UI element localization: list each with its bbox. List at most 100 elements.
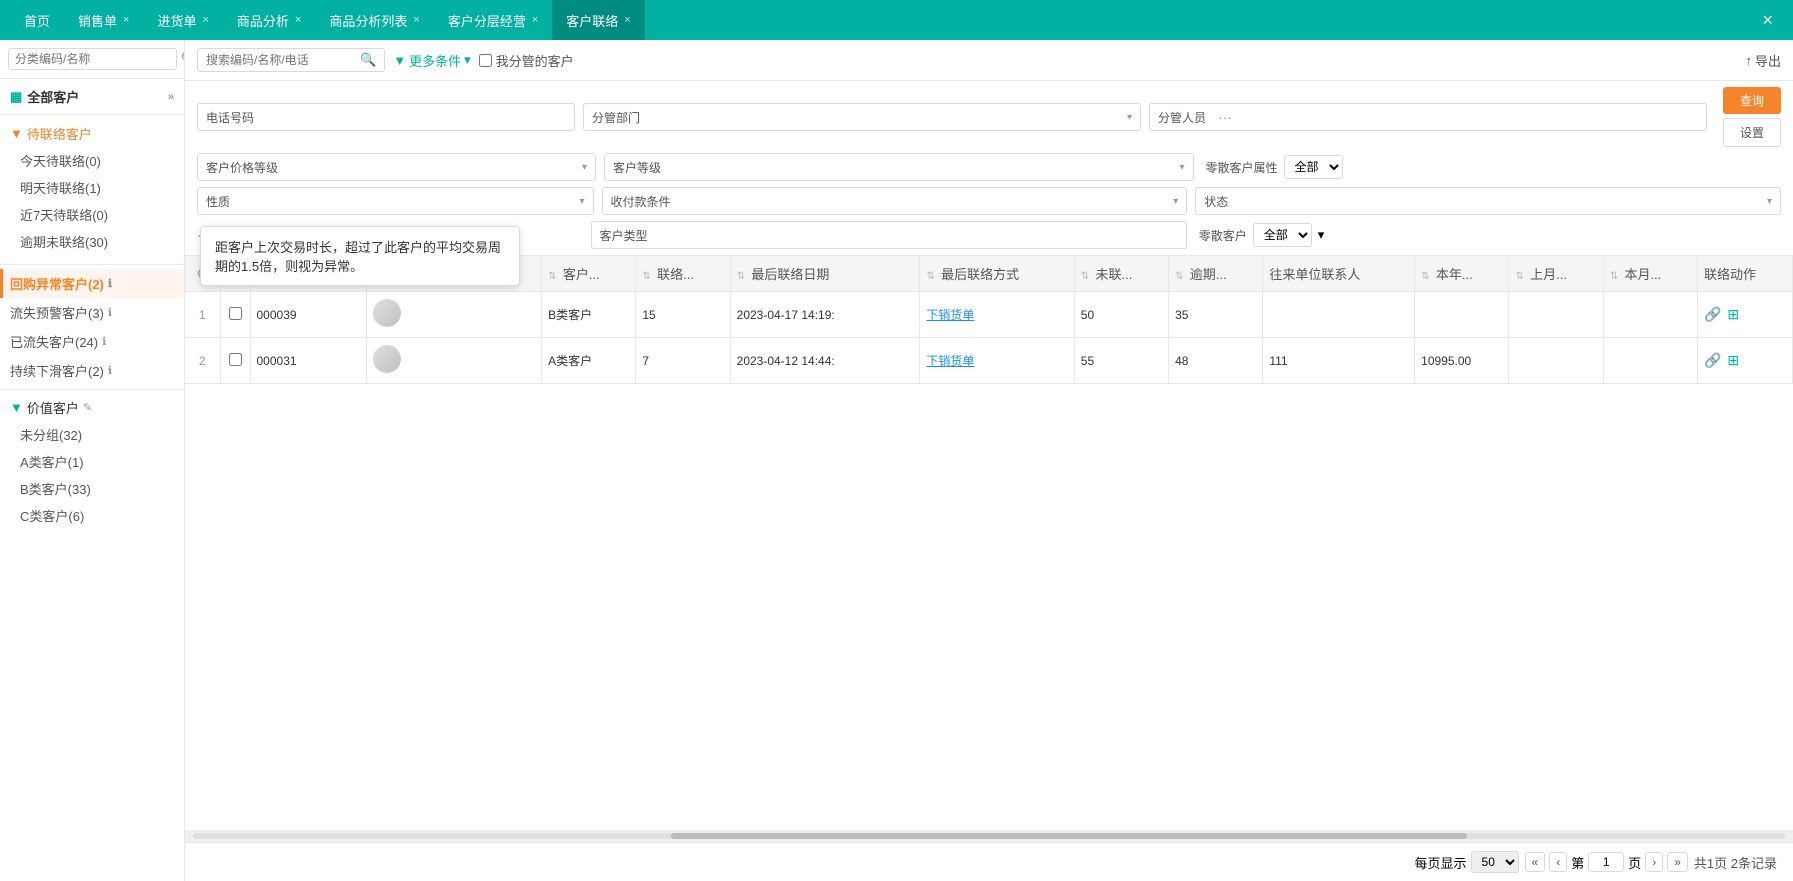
export-btn[interactable]: ↑ 导出 bbox=[1745, 51, 1781, 70]
col-customer-type[interactable]: 客户... bbox=[542, 256, 636, 292]
close-product-list-tab[interactable]: × bbox=[413, 14, 419, 26]
manager-ellipsis-btn[interactable]: ··· bbox=[1218, 109, 1232, 125]
page-input[interactable] bbox=[1588, 852, 1624, 872]
sidebar-item-lost-warning[interactable]: 流失预警客户(3) ℹ bbox=[0, 298, 184, 327]
close-contact-tab[interactable]: × bbox=[624, 14, 630, 26]
scrollbar-thumb[interactable] bbox=[671, 833, 1467, 839]
gender-label: 性质 bbox=[206, 193, 266, 210]
retail-attr-select[interactable]: 全部 bbox=[1284, 155, 1343, 179]
row1-contact: 15 bbox=[636, 292, 730, 338]
dept-filter[interactable]: 分管部门 ▾ bbox=[583, 103, 1141, 131]
customers-icon: ▦ bbox=[10, 89, 22, 105]
nav-customer-segmentation[interactable]: 客户分层经营 × bbox=[434, 0, 552, 40]
close-product-analysis-tab[interactable]: × bbox=[295, 14, 301, 26]
row2-checkbox-cell bbox=[220, 338, 250, 384]
sidebar-item-class-b[interactable]: B类客户(33) bbox=[0, 475, 184, 502]
price-level-filter[interactable]: 客户价格等级 ▾ bbox=[197, 153, 596, 181]
nav-product-analysis[interactable]: 商品分析 × bbox=[223, 0, 315, 40]
close-segmentation-tab[interactable]: × bbox=[532, 14, 538, 26]
price-level-label: 客户价格等级 bbox=[206, 159, 278, 176]
nav-product-analysis-list[interactable]: 商品分析列表 × bbox=[315, 0, 433, 40]
next-page-btn[interactable]: › bbox=[1645, 852, 1663, 872]
collapse-sidebar-btn[interactable]: » bbox=[168, 91, 174, 103]
row1-customer-code: 000039 bbox=[250, 292, 366, 338]
row1-overdue: 35 bbox=[1169, 292, 1263, 338]
col-last-contact-method[interactable]: 最后联络方式 bbox=[920, 256, 1074, 292]
sidebar-item-declining[interactable]: 持续下滑客户(2) ℹ bbox=[0, 356, 184, 385]
sidebar-item-repurchase-abnormal[interactable]: 回购异常客户(2) ℹ bbox=[0, 269, 184, 298]
payment-label: 收付款条件 bbox=[611, 193, 671, 210]
status-filter[interactable]: 状态 ▾ bbox=[1195, 187, 1781, 215]
manager-filter[interactable]: 分管人员 ··· bbox=[1149, 103, 1707, 131]
row1-uncontacted: 50 bbox=[1074, 292, 1168, 338]
col-this-year[interactable]: 本年... bbox=[1415, 256, 1509, 292]
gender-filter[interactable]: 性质 ▾ bbox=[197, 187, 594, 215]
phone-filter[interactable]: 电话号码 bbox=[197, 103, 575, 131]
retail-customer-select[interactable]: 全部 bbox=[1253, 223, 1312, 247]
row2-action-icons: 🔗 ⊞ bbox=[1704, 352, 1786, 369]
value-group-title[interactable]: ▼ 价值客户 ✎ bbox=[0, 394, 184, 421]
col-contact[interactable]: 联络... bbox=[636, 256, 730, 292]
first-page-btn[interactable]: « bbox=[1525, 852, 1546, 872]
horizontal-scrollbar[interactable] bbox=[185, 830, 1793, 842]
col-uncontacted[interactable]: 未联... bbox=[1074, 256, 1168, 292]
window-close-button[interactable]: × bbox=[1752, 10, 1783, 31]
my-customers-checkbox[interactable] bbox=[479, 54, 492, 67]
row2-last-contact-method[interactable]: 下销货单 bbox=[920, 338, 1074, 384]
row1-last-contact-method[interactable]: 下销货单 bbox=[920, 292, 1074, 338]
content-area: 🔍 ▼ 更多条件 ▾ 我分管的客户 ↑ 导出 电话号码 bbox=[185, 40, 1793, 881]
status-label: 状态 bbox=[1204, 193, 1264, 210]
row1-link-icon[interactable]: 🔗 bbox=[1704, 306, 1721, 323]
row1-checkbox[interactable] bbox=[229, 307, 242, 320]
nav-home[interactable]: 首页 bbox=[10, 0, 64, 40]
sidebar-item-ungrouped[interactable]: 未分组(32) bbox=[0, 421, 184, 448]
table-row: 1 000039 B类客户 15 2023-04-17 14:19: 下销货单 … bbox=[185, 292, 1793, 338]
per-page-selector: 每页显示 50 bbox=[1415, 851, 1519, 873]
per-page-select[interactable]: 50 bbox=[1471, 851, 1519, 873]
price-level-dropdown-icon: ▾ bbox=[582, 162, 587, 173]
row2-checkbox[interactable] bbox=[229, 353, 242, 366]
sidebar-item-tomorrow[interactable]: 明天待联络(1) bbox=[0, 174, 184, 201]
col-overdue[interactable]: 逾期... bbox=[1169, 256, 1263, 292]
row2-grid-icon[interactable]: ⊞ bbox=[1727, 352, 1739, 369]
col-last-contact-date[interactable]: 最后联络日期 bbox=[730, 256, 920, 292]
customer-type-filter[interactable]: 客户类型 bbox=[591, 221, 1187, 249]
customer-level-filter[interactable]: 客户等级 ▾ bbox=[604, 153, 1194, 181]
search-icon[interactable]: 🔍 bbox=[360, 52, 376, 68]
row2-link-icon[interactable]: 🔗 bbox=[1704, 352, 1721, 369]
row2-customer-code: 000031 bbox=[250, 338, 366, 384]
nav-customer-contact[interactable]: 客户联络 × bbox=[552, 0, 644, 40]
sidebar-item-class-a[interactable]: A类客户(1) bbox=[0, 448, 184, 475]
close-purchase-tab[interactable]: × bbox=[202, 14, 208, 26]
last-page-btn[interactable]: » bbox=[1667, 852, 1688, 872]
sidebar-item-already-lost[interactable]: 已流失客户(24) ℹ bbox=[0, 327, 184, 356]
nav-purchase[interactable]: 进货单 × bbox=[143, 0, 222, 40]
search-input[interactable] bbox=[206, 53, 356, 67]
sidebar-search-input[interactable] bbox=[8, 48, 177, 70]
row1-avatar bbox=[373, 299, 401, 327]
sidebar-item-today[interactable]: 今天待联络(0) bbox=[0, 147, 184, 174]
sidebar-item-class-c[interactable]: C类客户(6) bbox=[0, 502, 184, 529]
nav-sales[interactable]: 销售单 × bbox=[64, 0, 143, 40]
col-this-month[interactable]: 本月... bbox=[1603, 256, 1697, 292]
prev-page-btn[interactable]: ‹ bbox=[1549, 852, 1567, 872]
query-button[interactable]: 查询 bbox=[1723, 87, 1781, 114]
payment-filter[interactable]: 收付款条件 ▾ bbox=[602, 187, 1188, 215]
tooltip-popup: 距客户上次交易时长，超过了此客户的平均交易周期的1.5倍，则视为异常。 bbox=[200, 226, 520, 286]
row1-grid-icon[interactable]: ⊞ bbox=[1727, 306, 1739, 323]
phone-label: 电话号码 bbox=[206, 109, 266, 126]
settings-button[interactable]: 设置 bbox=[1723, 118, 1781, 147]
row2-overdue: 48 bbox=[1169, 338, 1263, 384]
more-conditions-btn[interactable]: ▼ 更多条件 ▾ bbox=[393, 51, 470, 70]
gender-dropdown-icon: ▾ bbox=[579, 196, 584, 207]
sidebar-item-overdue[interactable]: 逾期未联络(30) bbox=[0, 228, 184, 255]
value-group-edit-icon[interactable]: ✎ bbox=[83, 401, 92, 414]
value-group-arrow-icon: ▼ bbox=[10, 400, 23, 415]
row2-last-month bbox=[1509, 338, 1603, 384]
row1-actions: 🔗 ⊞ bbox=[1697, 292, 1792, 338]
close-sales-tab[interactable]: × bbox=[123, 14, 129, 26]
sidebar-item-7days[interactable]: 近7天待联络(0) bbox=[0, 201, 184, 228]
row1-customer-type: B类客户 bbox=[542, 292, 636, 338]
pending-group-title[interactable]: ▼ 待联络客户 bbox=[0, 120, 184, 147]
col-last-month[interactable]: 上月... bbox=[1509, 256, 1603, 292]
